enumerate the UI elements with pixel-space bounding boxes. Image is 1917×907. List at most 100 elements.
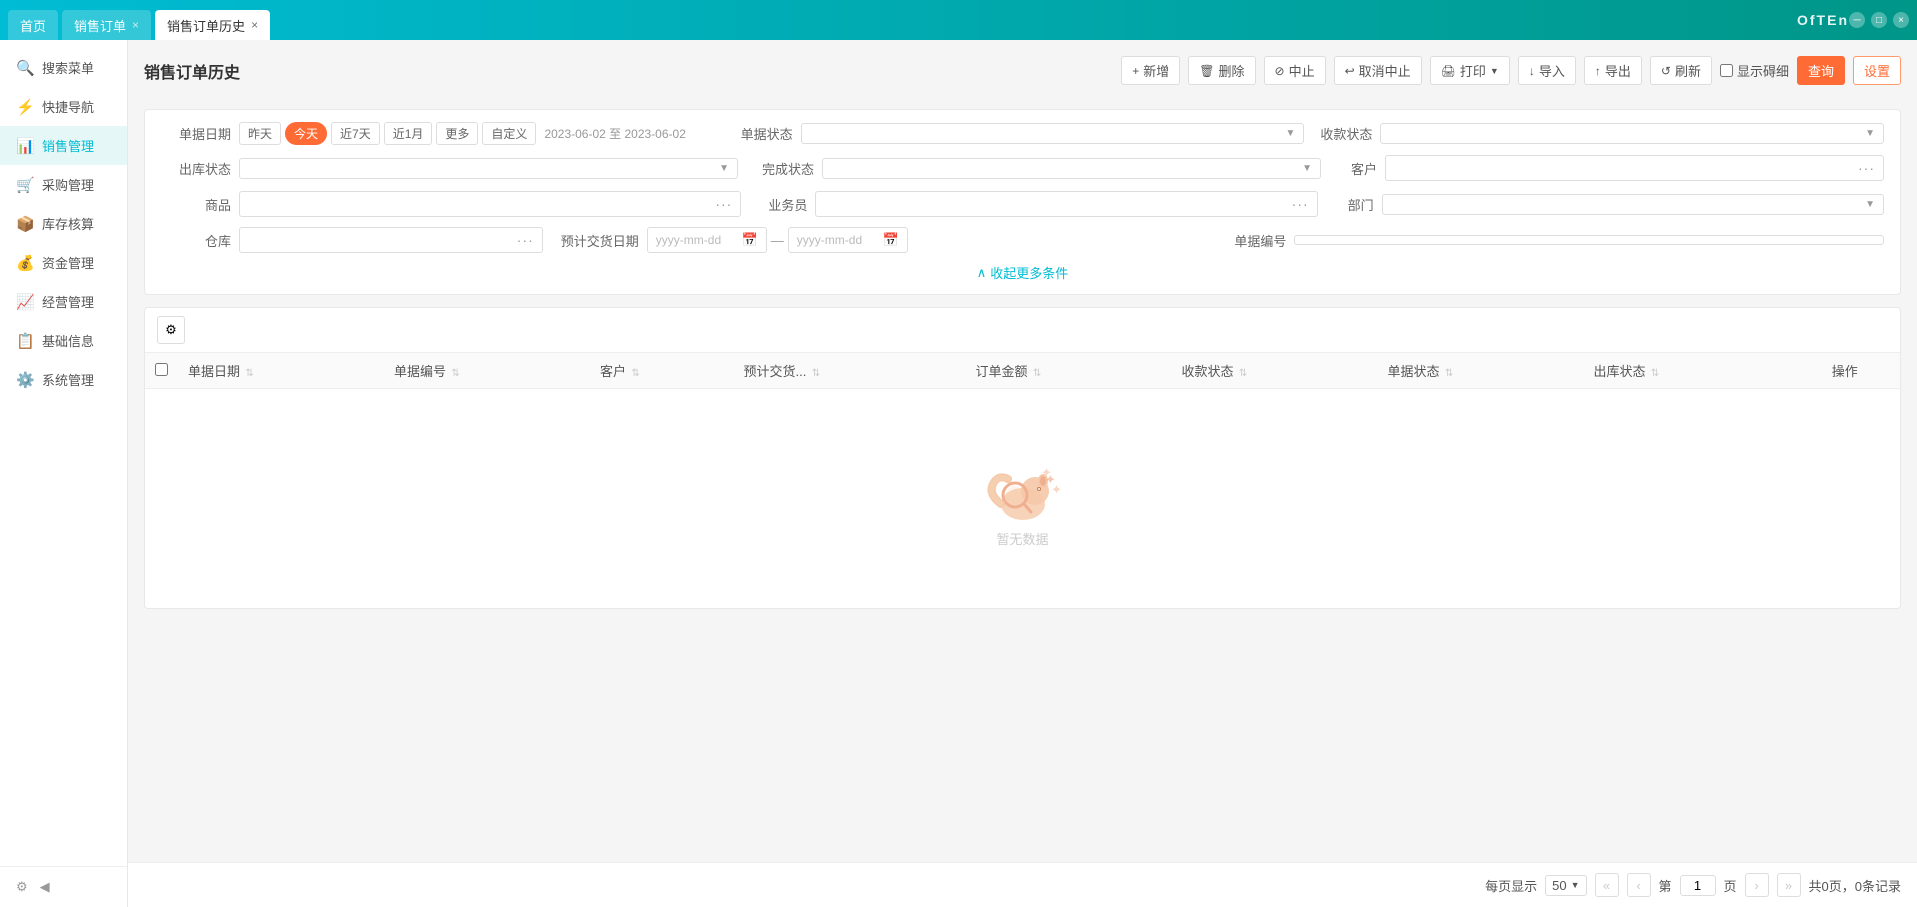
settings-button[interactable]: 设置 (1853, 56, 1901, 85)
new-label: 新增 (1143, 61, 1169, 80)
current-page-input[interactable] (1680, 875, 1716, 896)
data-table: 单据日期 ⇅ 单据编号 ⇅ 客户 ⇅ (145, 353, 1900, 608)
stop-label: 中止 (1289, 61, 1315, 80)
query-button[interactable]: 查询 (1797, 56, 1845, 85)
export-icon: ↑ (1595, 64, 1601, 78)
pagination-bar: 每页显示 50 ▼ « ‹ 第 页 › » 共0页，0条记录 (128, 862, 1917, 907)
sidebar-item-quick-nav[interactable]: ⚡ 快捷导航 (0, 87, 127, 126)
first-page-button[interactable]: « (1595, 873, 1619, 897)
settings-label: 设置 (1864, 61, 1890, 80)
date-btn-more[interactable]: 更多 (436, 122, 478, 145)
tab-sales-order-history[interactable]: 销售订单历史 × (155, 10, 270, 40)
minimize-button[interactable]: ─ (1849, 12, 1865, 28)
sidebar-item-inventory-label: 库存核算 (42, 214, 94, 233)
delivery-date-from[interactable]: yyyy-mm-dd 📅 (647, 227, 767, 253)
warehouse-input[interactable]: ··· (239, 227, 543, 253)
new-button[interactable]: + 新增 (1121, 56, 1180, 85)
maximize-button[interactable]: □ (1871, 12, 1887, 28)
total-records-text: 共0页，0条记录 (1809, 876, 1901, 895)
th-customer[interactable]: 客户 ⇅ (590, 353, 734, 389)
dept-select[interactable]: ▼ (1382, 194, 1884, 215)
filter-row-3: 商品 ··· 业务员 ··· 部门 ▼ (161, 191, 1884, 217)
refresh-button[interactable]: ↺ 刷新 (1650, 56, 1712, 85)
tab-home-label: 首页 (20, 16, 46, 35)
collapse-row[interactable]: ∧ 收起更多条件 (161, 263, 1884, 282)
doc-status-select[interactable]: ▼ (801, 123, 1305, 144)
date-btn-today[interactable]: 今天 (285, 122, 327, 145)
sidebar-item-finance[interactable]: 💰 资金管理 (0, 243, 127, 282)
tab-sales-order-close[interactable]: × (132, 18, 139, 32)
column-settings-button[interactable]: ⚙ (157, 316, 185, 344)
close-window-button[interactable]: × (1893, 12, 1909, 28)
date-btn-1month[interactable]: 近1月 (384, 122, 433, 145)
date-btn-custom[interactable]: 自定义 (482, 122, 536, 145)
last-page-button[interactable]: » (1777, 873, 1801, 897)
stop-icon: ⊘ (1275, 64, 1285, 78)
sidebar-item-system[interactable]: ⚙️ 系统管理 (0, 360, 127, 399)
basic-info-icon: 📋 (16, 332, 34, 350)
empty-text: 暂无数据 (996, 529, 1048, 548)
display-cols-label[interactable]: 显示碍细 (1720, 61, 1789, 80)
delete-button[interactable]: 🗑 删除 (1188, 56, 1255, 85)
page-title: 销售订单历史 (144, 59, 240, 83)
next-page-button[interactable]: › (1745, 873, 1769, 897)
th-expected-delivery[interactable]: 预计交货... ⇅ (734, 353, 966, 389)
th-doc-number-sort-icon: ⇅ (451, 368, 459, 379)
print-button[interactable]: 🖨 打印 ▼ (1430, 56, 1510, 85)
goods-input[interactable]: ··· (239, 191, 741, 217)
main-content: 销售订单历史 + 新增 🗑 删除 ⊘ 中止 ↩ (128, 40, 1917, 907)
th-expected-delivery-label: 预计交货... (744, 364, 807, 379)
th-doc-number[interactable]: 单据编号 ⇅ (384, 353, 590, 389)
sidebar-item-finance-label: 资金管理 (42, 253, 94, 272)
sidebar-settings-icon[interactable]: ⚙ (16, 879, 28, 895)
page-content: 销售订单历史 + 新增 🗑 删除 ⊘ 中止 ↩ (128, 40, 1917, 862)
prev-page-button[interactable]: ‹ (1627, 873, 1651, 897)
delete-icon: 🗑 (1199, 64, 1214, 78)
th-order-amount-label: 订单金额 (975, 364, 1027, 379)
page-label-prefix: 第 (1659, 876, 1672, 895)
warehouse-dots-icon: ··· (517, 232, 534, 248)
th-expected-delivery-sort-icon: ⇅ (812, 368, 820, 379)
th-doc-status[interactable]: 单据状态 ⇅ (1377, 353, 1583, 389)
sidebar-item-search-menu[interactable]: 🔍 搜索菜单 (0, 48, 127, 87)
import-button[interactable]: ↓ 导入 (1518, 56, 1576, 85)
select-all-checkbox[interactable] (155, 363, 168, 376)
sidebar-item-inventory[interactable]: 📦 库存核算 (0, 204, 127, 243)
th-order-amount-sort-icon: ⇅ (1033, 368, 1041, 379)
th-out-status[interactable]: 出库状态 ⇅ (1583, 353, 1789, 389)
th-doc-date[interactable]: 单据日期 ⇅ (178, 353, 384, 389)
th-collection-status[interactable]: 收款状态 ⇅ (1171, 353, 1377, 389)
cancel-stop-label: 取消中止 (1359, 61, 1411, 80)
sidebar-item-basic-info[interactable]: 📋 基础信息 (0, 321, 127, 360)
goods-dots-icon: ··· (715, 196, 732, 212)
complete-status-select[interactable]: ▼ (822, 158, 1321, 179)
doc-number-input[interactable] (1294, 235, 1884, 245)
export-button[interactable]: ↑ 导出 (1584, 56, 1642, 85)
date-quick-buttons: 昨天 今天 近7天 近1月 更多 自定义 (239, 122, 536, 145)
sidebar-collapse-icon[interactable]: ◀ (40, 879, 50, 895)
date-btn-yesterday[interactable]: 昨天 (239, 122, 281, 145)
stop-button[interactable]: ⊘ 中止 (1264, 56, 1326, 85)
sidebar-item-sales-mgmt[interactable]: 📊 销售管理 (0, 126, 127, 165)
doc-number-label: 单据编号 (1226, 231, 1286, 250)
tab-sales-order-history-close[interactable]: × (251, 18, 258, 32)
th-order-amount[interactable]: 订单金额 ⇅ (965, 353, 1171, 389)
cancel-stop-button[interactable]: ↩ 取消中止 (1334, 56, 1422, 85)
customer-input[interactable]: ··· (1385, 155, 1884, 181)
tab-sales-order[interactable]: 销售订单 × (62, 10, 151, 40)
display-cols-checkbox[interactable] (1720, 64, 1733, 77)
date-btn-7days[interactable]: 近7天 (331, 122, 380, 145)
sidebar-item-search-menu-label: 搜索菜单 (42, 58, 94, 77)
sidebar-item-purchase-mgmt[interactable]: 🛒 采购管理 (0, 165, 127, 204)
th-collection-status-label: 收款状态 (1181, 364, 1233, 379)
collection-status-select[interactable]: ▼ (1380, 123, 1884, 144)
salesperson-input[interactable]: ··· (815, 191, 1317, 217)
date-to-placeholder: yyyy-mm-dd (797, 233, 862, 247)
tab-home[interactable]: 首页 (8, 10, 58, 40)
delivery-date-to[interactable]: yyyy-mm-dd 📅 (788, 227, 908, 253)
out-status-select[interactable]: ▼ (239, 158, 738, 179)
sidebar-item-operations[interactable]: 📈 经营管理 (0, 282, 127, 321)
th-doc-status-sort-icon: ⇅ (1445, 368, 1453, 379)
display-cols-text: 显示碍细 (1737, 61, 1789, 80)
page-size-select[interactable]: 50 ▼ (1545, 875, 1586, 896)
